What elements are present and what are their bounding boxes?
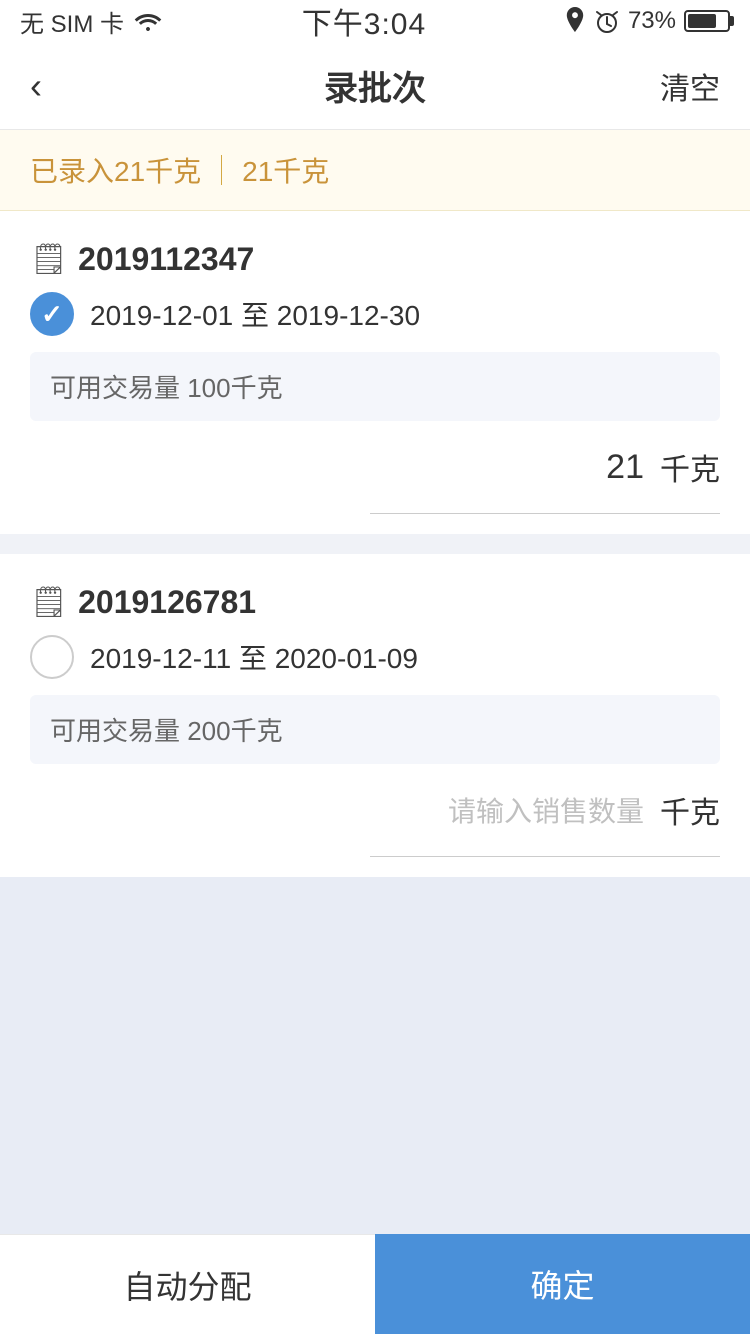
- batch1-underline-wrap: [0, 513, 750, 534]
- batch-icon-2: 🗒: [30, 585, 68, 620]
- status-time: 下午3:04: [302, 0, 426, 43]
- batch-id-1: 2019112347: [78, 241, 254, 278]
- batch-header-2: 🗒 2019126781: [30, 584, 720, 621]
- auto-distribute-button[interactable]: 自动分配: [0, 1234, 375, 1334]
- batch2-underline-wrap: [0, 856, 750, 877]
- clear-button[interactable]: 清空: [640, 64, 720, 108]
- batch-icon-1: 🗒: [30, 242, 68, 277]
- batch-radio-1[interactable]: [30, 292, 74, 336]
- info-value: 21千克: [242, 150, 329, 190]
- batch2-unit: 千克: [660, 788, 720, 832]
- batch-id-2: 2019126781: [78, 584, 256, 621]
- recorded-label: 已录入21千克: [30, 150, 201, 190]
- batch-avail-1: 可用交易量 100千克: [30, 352, 720, 421]
- batch-date-2: 2019-12-11 至 2020-01-09: [90, 637, 418, 677]
- carrier-label: 无 SIM 卡: [20, 4, 124, 39]
- confirm-label: 确定: [530, 1261, 594, 1307]
- info-divider: [221, 155, 222, 185]
- batch2-underline: [370, 856, 720, 857]
- nav-bar: ‹ 录批次 清空: [0, 42, 750, 130]
- battery-bar: [684, 10, 730, 32]
- batch1-qty-value: 21: [606, 448, 644, 487]
- auto-distribute-label: 自动分配: [123, 1262, 251, 1308]
- batch1-input-section: 21 千克: [0, 421, 750, 513]
- batch-card-2: 🗒 2019126781 2019-12-11 至 2020-01-09 可用交…: [0, 554, 750, 764]
- batch-header-1: 🗒 2019112347: [30, 241, 720, 278]
- section-divider: [0, 534, 750, 554]
- status-right: 73%: [564, 7, 730, 35]
- battery-percent: 73%: [628, 7, 676, 35]
- batch-date-row-1: 2019-12-01 至 2019-12-30: [30, 292, 720, 336]
- batch-date-row-2: 2019-12-11 至 2020-01-09: [30, 635, 720, 679]
- batch-date-1: 2019-12-01 至 2019-12-30: [90, 294, 420, 334]
- batch2-qty-input[interactable]: [444, 791, 644, 830]
- batch-avail-2: 可用交易量 200千克: [30, 695, 720, 764]
- batch-card-1: 🗒 2019112347 2019-12-01 至 2019-12-30 可用交…: [0, 211, 750, 421]
- location-icon: [564, 7, 586, 35]
- alarm-icon: [594, 7, 620, 35]
- confirm-button[interactable]: 确定: [375, 1234, 750, 1334]
- back-button[interactable]: ‹: [30, 65, 110, 107]
- batch-radio-2[interactable]: [30, 635, 74, 679]
- info-banner: 已录入21千克 21千克: [0, 130, 750, 211]
- batch1-underline: [370, 513, 720, 514]
- status-bar: 无 SIM 卡 下午3:04 73%: [0, 0, 750, 42]
- battery-fill: [688, 14, 716, 28]
- batch2-input-section: 千克: [0, 764, 750, 856]
- bottom-buttons: 自动分配 确定: [0, 1234, 750, 1334]
- page-title: 录批次: [324, 61, 426, 110]
- batch1-unit: 千克: [660, 445, 720, 489]
- status-left: 无 SIM 卡: [20, 4, 164, 39]
- wifi-icon: [132, 9, 164, 33]
